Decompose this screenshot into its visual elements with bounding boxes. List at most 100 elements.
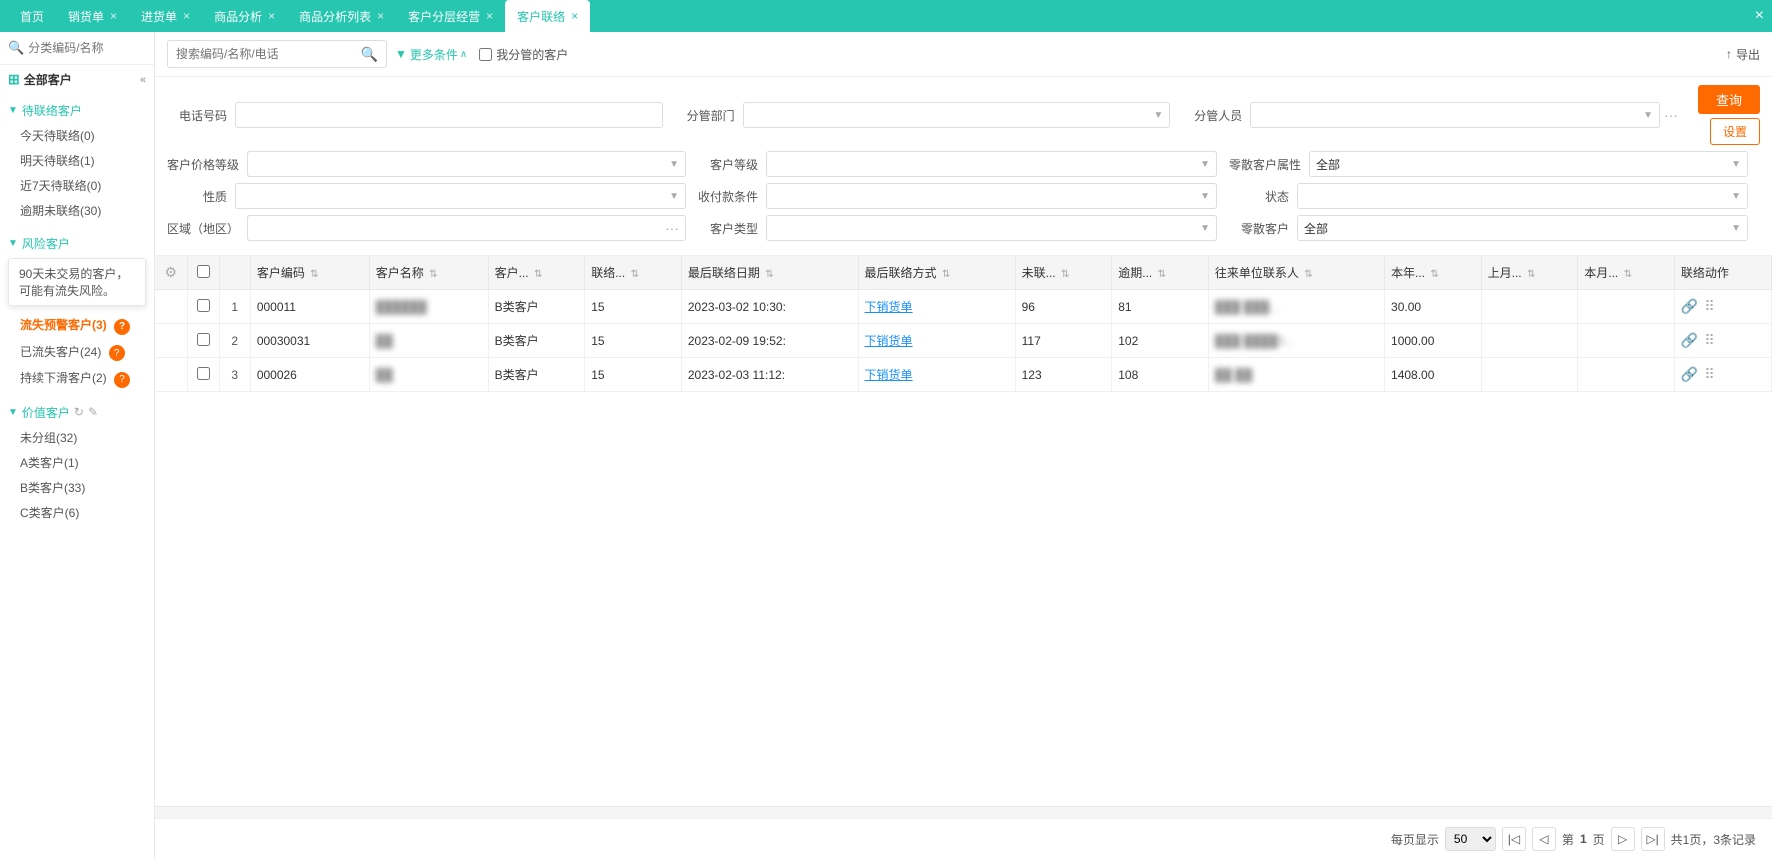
col-last-month-sort: ⇅	[1527, 269, 1535, 280]
query-button[interactable]: 查询	[1698, 85, 1760, 114]
customer-type-select[interactable]: ▼	[766, 215, 1217, 241]
tab-customer-layer[interactable]: 客户分层经营 ×	[396, 0, 505, 32]
row-last-method[interactable]: 下销货单	[858, 290, 1015, 324]
sidebar-item-week[interactable]: 近7天待联络(0)	[0, 173, 154, 198]
status-select[interactable]: ▼	[1297, 183, 1748, 209]
row-action-link[interactable]: 🔗	[1681, 298, 1698, 315]
row-this-month	[1578, 290, 1675, 324]
sidebar-item-churn-warning[interactable]: 流失预警客户(3) ?	[0, 312, 154, 339]
col-overdue[interactable]: 逾期... ⇅	[1112, 256, 1209, 290]
col-last-date[interactable]: 最后联络日期 ⇅	[681, 256, 858, 290]
person-select[interactable]: ▼	[1250, 102, 1660, 128]
sidebar-search-input[interactable]	[28, 41, 146, 55]
row-action-more[interactable]: ⠿	[1704, 366, 1714, 383]
nature-select[interactable]: ▼	[235, 183, 686, 209]
per-page-select[interactable]: 50 100	[1445, 827, 1496, 851]
row-checkbox[interactable]	[187, 290, 219, 324]
group-waiting-title[interactable]: ▼ 待联络客户	[0, 98, 154, 123]
more-filter-button[interactable]: ▼ 更多条件 ∧	[395, 46, 467, 63]
row-action-more[interactable]: ⠿	[1704, 332, 1714, 349]
sidebar-item-b-class[interactable]: B类客户(33)	[0, 475, 154, 500]
first-page-btn[interactable]: |◁	[1502, 827, 1526, 851]
sidebar-item-declining[interactable]: 持续下滑客户(2) ?	[0, 365, 154, 392]
tab-close-customer-contact[interactable]: ×	[571, 9, 578, 23]
last-page-btn[interactable]: ▷|	[1641, 827, 1665, 851]
grade-select[interactable]: ▼	[766, 151, 1217, 177]
sidebar-search-wrap: 🔍	[0, 32, 154, 65]
row-actions: 🔗 ⠿	[1674, 324, 1771, 358]
sidebar-item-c-class[interactable]: C类客户(6)	[0, 500, 154, 525]
pagination: 每页显示 50 100 |◁ ◁ 第 1 页 ▷ ▷| 共1页，3条记录	[155, 818, 1772, 859]
my-customers-checkbox-label[interactable]: 我分管的客户	[479, 46, 568, 63]
zero-customer-select[interactable]: 全部 ▼	[1297, 215, 1748, 241]
filter-region: 区域（地区） ···	[167, 215, 686, 241]
col-last-method[interactable]: 最后联络方式 ⇅	[858, 256, 1015, 290]
zero-attr-select[interactable]: 全部 ▼	[1309, 151, 1748, 177]
gear-icon[interactable]: ⚙	[164, 264, 177, 280]
dept-select[interactable]: ▼	[743, 102, 1171, 128]
prev-page-btn[interactable]: ◁	[1532, 827, 1556, 851]
sidebar-root[interactable]: ⊞ 全部客户 «	[0, 65, 154, 94]
sidebar-item-a-class[interactable]: A类客户(1)	[0, 450, 154, 475]
group-value-title[interactable]: ▼ 价值客户 ↻ ✎	[0, 400, 154, 425]
table-scroll-bar[interactable]	[155, 806, 1772, 818]
tab-close-customer-layer[interactable]: ×	[486, 9, 493, 23]
row-action-link[interactable]: 🔗	[1681, 366, 1698, 383]
phone-input[interactable]	[235, 102, 663, 128]
person-more-icon[interactable]: ···	[1664, 107, 1678, 123]
settings-button[interactable]: 设置	[1710, 118, 1760, 145]
sidebar-item-churned[interactable]: 已流失客户(24) ?	[0, 339, 154, 366]
select-all-checkbox[interactable]	[197, 265, 210, 278]
price-grade-select[interactable]: ▼	[247, 151, 686, 177]
tab-analysis-list[interactable]: 商品分析列表 ×	[287, 0, 396, 32]
row-last-method[interactable]: 下销货单	[858, 324, 1015, 358]
row-action-more[interactable]: ⠿	[1704, 298, 1714, 315]
col-unlinked-sort: ⇅	[1061, 269, 1069, 280]
my-customers-checkbox[interactable]	[479, 48, 492, 61]
row-checkbox[interactable]	[187, 358, 219, 392]
sidebar-item-overdue[interactable]: 逾期未联络(30)	[0, 198, 154, 223]
row-last-method[interactable]: 下销货单	[858, 358, 1015, 392]
sidebar-item-ungrouped[interactable]: 未分组(32)	[0, 425, 154, 450]
col-contact-person[interactable]: 往来单位联系人 ⇅	[1208, 256, 1384, 290]
tab-close-analysis-list[interactable]: ×	[377, 9, 384, 23]
tab-home[interactable]: 首页	[8, 0, 56, 32]
filter-icon: ▼	[395, 47, 407, 61]
col-last-month[interactable]: 上月... ⇅	[1481, 256, 1578, 290]
group-value-refresh[interactable]: ↻	[74, 405, 84, 419]
tab-close-purchase[interactable]: ×	[183, 9, 190, 23]
row-actions: 🔗 ⠿	[1674, 358, 1771, 392]
tab-analysis[interactable]: 商品分析 ×	[202, 0, 287, 32]
row-num: 1	[219, 290, 250, 324]
sidebar-item-tomorrow[interactable]: 明天待联络(1)	[0, 148, 154, 173]
col-unlinked[interactable]: 未联... ⇅	[1015, 256, 1112, 290]
search-icon[interactable]: 🔍	[361, 46, 378, 63]
row-checkbox[interactable]	[187, 324, 219, 358]
col-code[interactable]: 客户编码 ⇅	[250, 256, 369, 290]
row-action-link[interactable]: 🔗	[1681, 332, 1698, 349]
tab-customer-contact[interactable]: 客户联络 ×	[505, 0, 590, 32]
payment-select[interactable]: ▼	[766, 183, 1217, 209]
col-contact[interactable]: 联络... ⇅	[585, 256, 682, 290]
col-type[interactable]: 客户... ⇅	[488, 256, 585, 290]
export-button[interactable]: ↑ 导出	[1726, 46, 1760, 63]
tab-close-sales[interactable]: ×	[110, 9, 117, 23]
tab-close-analysis[interactable]: ×	[268, 9, 275, 23]
main-layout: 🔍 ⊞ 全部客户 « ▼ 待联络客户 今天待联络(0) 明天待联络(1) 近7天…	[0, 32, 1772, 859]
row-this-month	[1578, 358, 1675, 392]
filter-person: 分管人员 ▼ ···	[1182, 102, 1678, 128]
tab-purchase[interactable]: 进货单 ×	[129, 0, 202, 32]
tab-sales[interactable]: 销货单 ×	[56, 0, 129, 32]
group-risk-title[interactable]: ▼ 风险客户	[0, 231, 154, 256]
col-this-year[interactable]: 本年... ⇅	[1385, 256, 1482, 290]
sidebar-item-today[interactable]: 今天待联络(0)	[0, 123, 154, 148]
group-value-edit[interactable]: ✎	[88, 405, 98, 419]
row-last-month	[1481, 358, 1578, 392]
region-more-icon[interactable]: ···	[665, 220, 679, 236]
col-this-month[interactable]: 本月... ⇅	[1578, 256, 1675, 290]
col-name[interactable]: 客户名称 ⇅	[369, 256, 488, 290]
region-select[interactable]: ···	[247, 215, 686, 241]
close-all-tabs[interactable]: ×	[1755, 7, 1764, 25]
search-input[interactable]	[176, 47, 361, 61]
next-page-btn[interactable]: ▷	[1611, 827, 1635, 851]
